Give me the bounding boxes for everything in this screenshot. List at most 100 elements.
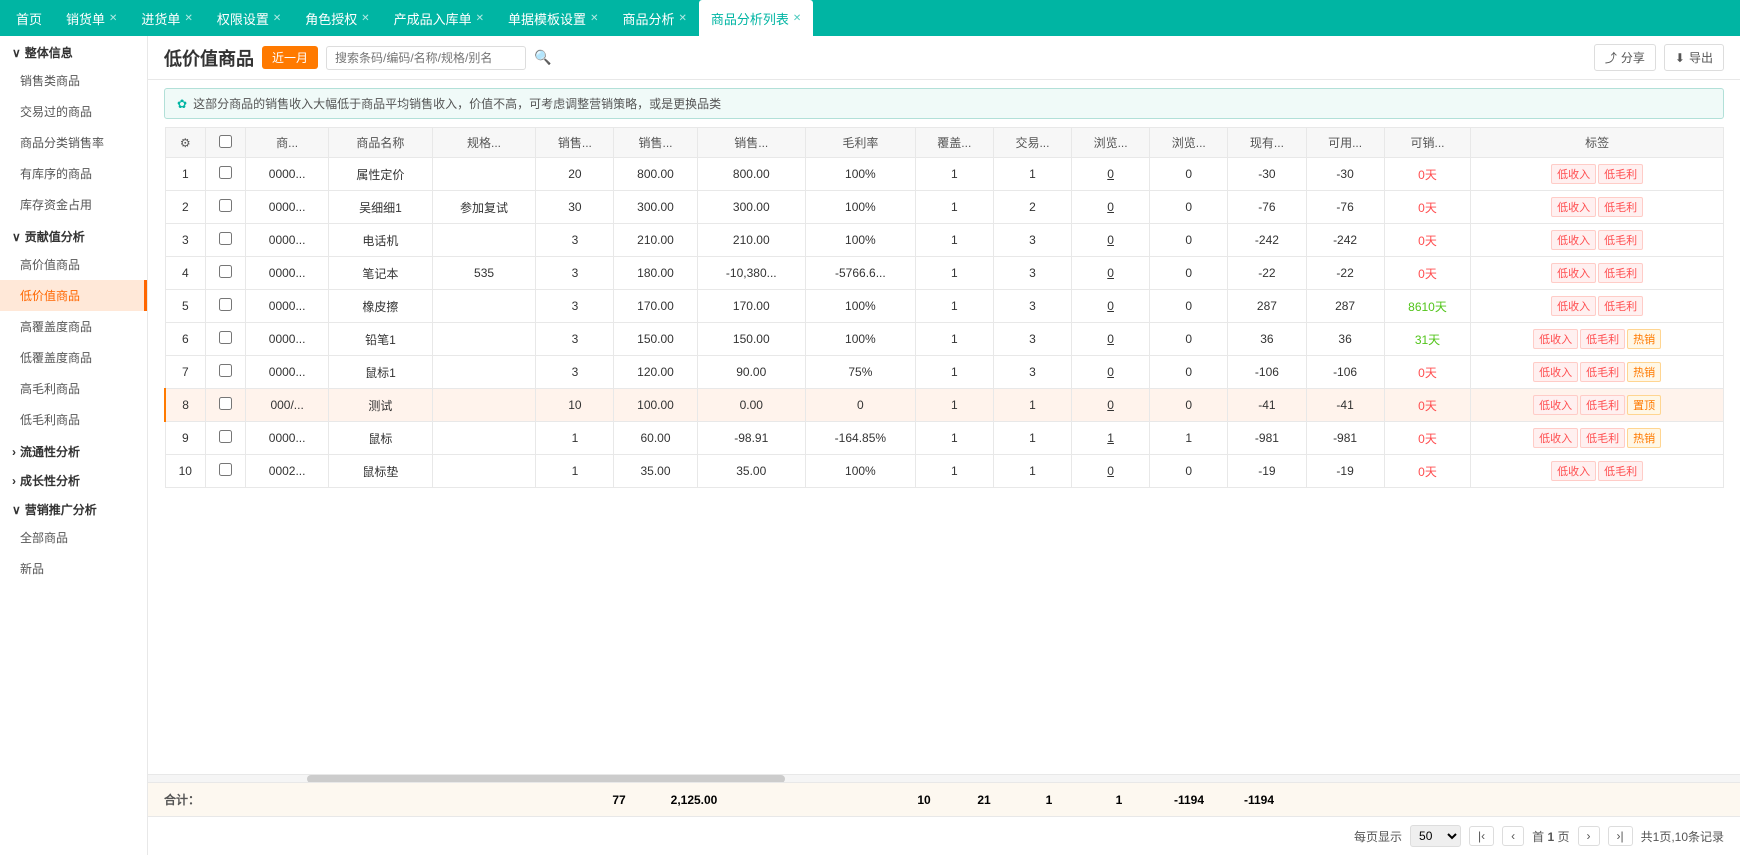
- first-page-button[interactable]: |‹: [1469, 826, 1494, 846]
- sidebar-item-stock-products[interactable]: 有库序的商品: [0, 158, 147, 189]
- col-browse2[interactable]: 浏览...: [1150, 128, 1228, 158]
- cell-browse1[interactable]: 1: [1072, 422, 1150, 455]
- sidebar-group-growth[interactable]: › 成长性分析: [0, 464, 147, 493]
- cell-checkbox[interactable]: [206, 323, 246, 356]
- nav-permission[interactable]: 权限设置 ✕: [205, 0, 293, 36]
- col-saleable[interactable]: 可销...: [1384, 128, 1471, 158]
- cell-checkbox[interactable]: [206, 191, 246, 224]
- nav-template-close[interactable]: ✕: [590, 13, 598, 24]
- nav-template[interactable]: 单据模板设置 ✕: [496, 0, 610, 36]
- sidebar-group-marketing[interactable]: ∨ 营销推广分析: [0, 493, 147, 522]
- cell-checkbox[interactable]: [206, 422, 246, 455]
- browse1-link[interactable]: 0: [1107, 398, 1114, 412]
- row-checkbox[interactable]: [219, 463, 232, 476]
- cell-browse1[interactable]: 0: [1072, 224, 1150, 257]
- nav-production-close[interactable]: ✕: [476, 13, 484, 24]
- row-checkbox[interactable]: [219, 331, 232, 344]
- nav-production[interactable]: 产成品入库单 ✕: [382, 0, 496, 36]
- sidebar-item-traded-products[interactable]: 交易过的商品: [0, 96, 147, 127]
- nav-sales[interactable]: 销货单 ✕: [54, 0, 129, 36]
- sidebar-item-low-margin[interactable]: 低毛利商品: [0, 404, 147, 435]
- sidebar-group-circulation[interactable]: › 流通性分析: [0, 435, 147, 464]
- cell-browse1[interactable]: 0: [1072, 356, 1150, 389]
- browse1-link[interactable]: 0: [1107, 299, 1114, 313]
- row-checkbox[interactable]: [219, 166, 232, 179]
- sidebar-item-high-coverage[interactable]: 高覆盖度商品: [0, 311, 147, 342]
- sidebar-item-high-margin[interactable]: 高毛利商品: [0, 373, 147, 404]
- cell-checkbox[interactable]: [206, 257, 246, 290]
- sidebar-group-overall[interactable]: ∨ 整体信息: [0, 36, 147, 65]
- col-tags[interactable]: 标签: [1471, 128, 1724, 158]
- col-sales2[interactable]: 销售...: [614, 128, 697, 158]
- col-browse1[interactable]: 浏览...: [1072, 128, 1150, 158]
- cell-browse1[interactable]: 0: [1072, 290, 1150, 323]
- nav-permission-close[interactable]: ✕: [273, 13, 281, 24]
- horizontal-scrollbar[interactable]: [148, 774, 1740, 782]
- cell-checkbox[interactable]: [206, 290, 246, 323]
- sidebar-item-new-products[interactable]: 新品: [0, 553, 147, 584]
- browse1-link[interactable]: 0: [1107, 266, 1114, 280]
- cell-browse1[interactable]: 0: [1072, 158, 1150, 191]
- nav-sales-close[interactable]: ✕: [109, 13, 117, 24]
- cell-checkbox[interactable]: [206, 455, 246, 488]
- row-checkbox[interactable]: [219, 364, 232, 377]
- cell-checkbox[interactable]: [206, 356, 246, 389]
- nav-purchase-close[interactable]: ✕: [184, 13, 192, 24]
- cell-browse1[interactable]: 0: [1072, 323, 1150, 356]
- nav-analysis-list-close[interactable]: ✕: [793, 13, 801, 24]
- sidebar-item-inventory-capital[interactable]: 库存资金占用: [0, 189, 147, 220]
- page-size-select[interactable]: 50 100 200: [1410, 825, 1461, 847]
- row-checkbox[interactable]: [219, 298, 232, 311]
- share-button[interactable]: ⤴ 分享: [1594, 44, 1656, 71]
- nav-home[interactable]: 首页: [4, 0, 54, 36]
- browse1-link[interactable]: 0: [1107, 200, 1114, 214]
- col-sales3[interactable]: 销售...: [697, 128, 805, 158]
- nav-analysis[interactable]: 商品分析 ✕: [610, 0, 698, 36]
- col-sales1[interactable]: 销售...: [536, 128, 614, 158]
- cell-browse1[interactable]: 0: [1072, 257, 1150, 290]
- col-spec[interactable]: 规格...: [432, 128, 536, 158]
- cell-checkbox[interactable]: [206, 158, 246, 191]
- cell-browse1[interactable]: 0: [1072, 191, 1150, 224]
- sidebar-item-high-value[interactable]: 高价值商品: [0, 249, 147, 280]
- nav-role[interactable]: 角色授权 ✕: [293, 0, 381, 36]
- cell-checkbox[interactable]: [206, 389, 246, 422]
- last-page-button[interactable]: ›|: [1608, 826, 1633, 846]
- sidebar-item-all-products[interactable]: 全部商品: [0, 522, 147, 553]
- nav-purchase[interactable]: 进货单 ✕: [129, 0, 204, 36]
- sidebar-group-contribution[interactable]: ∨ 贡献值分析: [0, 220, 147, 249]
- browse1-link[interactable]: 0: [1107, 332, 1114, 346]
- cell-browse1[interactable]: 0: [1072, 389, 1150, 422]
- search-icon[interactable]: 🔍: [534, 49, 551, 66]
- row-checkbox[interactable]: [219, 232, 232, 245]
- next-page-button[interactable]: ›: [1578, 826, 1600, 846]
- row-checkbox[interactable]: [219, 397, 232, 410]
- select-all-checkbox[interactable]: [219, 135, 232, 148]
- cell-browse1[interactable]: 0: [1072, 455, 1150, 488]
- row-checkbox[interactable]: [219, 430, 232, 443]
- nav-analysis-list[interactable]: 商品分析列表 ✕: [699, 0, 813, 36]
- col-gross-rate[interactable]: 毛利率: [806, 128, 916, 158]
- nav-role-close[interactable]: ✕: [361, 13, 369, 24]
- browse1-link[interactable]: 0: [1107, 233, 1114, 247]
- date-filter-button[interactable]: 近一月: [262, 46, 318, 69]
- browse1-link[interactable]: 0: [1107, 365, 1114, 379]
- col-trade[interactable]: 交易...: [993, 128, 1071, 158]
- row-checkbox[interactable]: [219, 265, 232, 278]
- sidebar-item-low-coverage[interactable]: 低覆盖度商品: [0, 342, 147, 373]
- col-settings[interactable]: ⚙: [165, 128, 206, 158]
- export-button[interactable]: ⬇ 导出: [1664, 44, 1724, 71]
- sidebar-item-low-value[interactable]: 低价值商品: [0, 280, 147, 311]
- sidebar-item-category-sales[interactable]: 商品分类销售率: [0, 127, 147, 158]
- prev-page-button[interactable]: ‹: [1502, 826, 1524, 846]
- col-available[interactable]: 可用...: [1306, 128, 1384, 158]
- search-input[interactable]: [326, 46, 526, 70]
- nav-analysis-close[interactable]: ✕: [678, 13, 686, 24]
- col-stock[interactable]: 现有...: [1228, 128, 1306, 158]
- browse1-link[interactable]: 0: [1107, 464, 1114, 478]
- col-name[interactable]: 商品名称: [329, 128, 433, 158]
- sidebar-item-sales-products[interactable]: 销售类商品: [0, 65, 147, 96]
- col-coverage[interactable]: 覆盖...: [915, 128, 993, 158]
- row-checkbox[interactable]: [219, 199, 232, 212]
- col-code[interactable]: 商...: [246, 128, 329, 158]
